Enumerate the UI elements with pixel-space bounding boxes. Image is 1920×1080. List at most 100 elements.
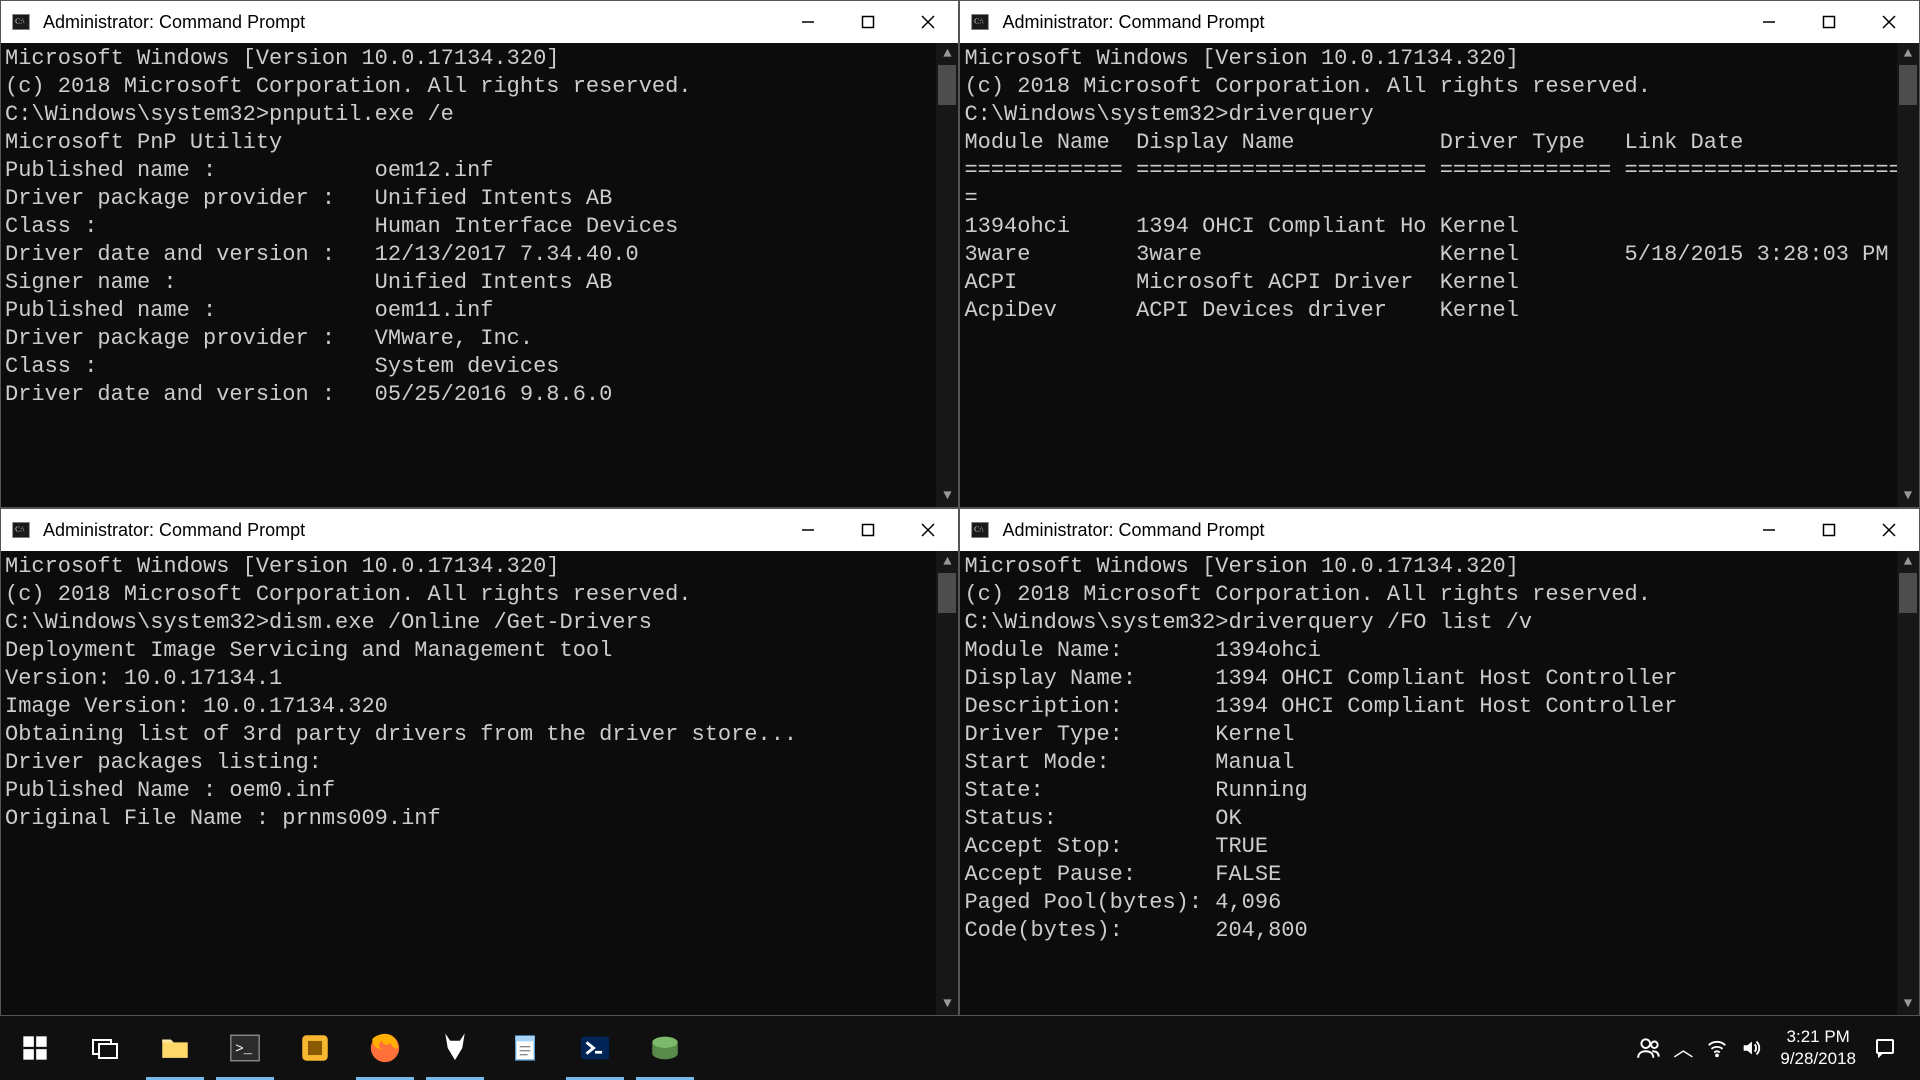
- taskbar-notepad[interactable]: [490, 1016, 560, 1080]
- console-line: ============ ====================== ====…: [964, 157, 1915, 185]
- console-line: Code(bytes): 204,800: [964, 917, 1915, 945]
- window-title: Administrator: Command Prompt: [1000, 12, 1739, 33]
- scrollbar[interactable]: ▲▼: [936, 551, 958, 1015]
- console-line: Published name : oem11.inf: [5, 297, 954, 325]
- console-line: Microsoft Windows [Version 10.0.17134.32…: [5, 553, 954, 581]
- taskbar-app-yellow[interactable]: [280, 1016, 350, 1080]
- taskbar-app-fox[interactable]: [420, 1016, 490, 1080]
- console-line: Module Name: 1394ohci: [964, 637, 1915, 665]
- taskbar-file-explorer[interactable]: [140, 1016, 210, 1080]
- console-line: State: Running: [964, 777, 1915, 805]
- console-line: Microsoft PnP Utility: [5, 129, 954, 157]
- console-line: C:\Windows\system32>dism.exe /Online /Ge…: [5, 609, 954, 637]
- scroll-up-icon[interactable]: ▲: [936, 43, 958, 65]
- console-line: Driver package provider : VMware, Inc.: [5, 325, 954, 353]
- console-output[interactable]: Microsoft Windows [Version 10.0.17134.32…: [1, 551, 958, 1015]
- maximize-button[interactable]: [838, 509, 898, 551]
- taskbar-command-prompt[interactable]: >_: [210, 1016, 280, 1080]
- minimize-button[interactable]: [1739, 1, 1799, 43]
- console-output[interactable]: Microsoft Windows [Version 10.0.17134.32…: [1, 43, 958, 507]
- clock-time: 3:21 PM: [1780, 1026, 1856, 1048]
- tray-overflow-icon[interactable]: ︿: [1666, 1033, 1700, 1063]
- minimize-button[interactable]: [778, 1, 838, 43]
- scroll-up-icon[interactable]: ▲: [1897, 551, 1919, 573]
- console-line: Published name : oem12.inf: [5, 157, 954, 185]
- tray-wifi-icon[interactable]: [1700, 1037, 1734, 1059]
- command-prompt-window[interactable]: C:\Administrator: Command PromptMicrosof…: [0, 0, 959, 508]
- console-line: Paged Pool(bytes): 4,096: [964, 889, 1915, 917]
- console-line: Driver packages listing:: [5, 749, 954, 777]
- minimize-button[interactable]: [778, 509, 838, 551]
- close-button[interactable]: [1859, 509, 1919, 551]
- scroll-down-icon[interactable]: ▼: [936, 485, 958, 507]
- taskbar-app-disk[interactable]: [630, 1016, 700, 1080]
- console-line: Status: OK: [964, 805, 1915, 833]
- window-titlebar[interactable]: C:\ Administrator: Command Prompt: [1, 509, 958, 551]
- scrollbar[interactable]: ▲▼: [936, 43, 958, 507]
- task-view-button[interactable]: [70, 1016, 140, 1080]
- console-line: Class : Human Interface Devices: [5, 213, 954, 241]
- minimize-button[interactable]: [1739, 509, 1799, 551]
- console-line: 1394ohci 1394 OHCI Compliant Ho Kernel: [964, 213, 1915, 241]
- console-line: Driver Type: Kernel: [964, 721, 1915, 749]
- maximize-button[interactable]: [838, 1, 898, 43]
- close-button[interactable]: [1859, 1, 1919, 43]
- console-line: Driver date and version : 05/25/2016 9.8…: [5, 381, 954, 409]
- scroll-down-icon[interactable]: ▼: [1897, 993, 1919, 1015]
- tray-notifications-icon[interactable]: [1868, 1036, 1902, 1060]
- console-line: Class : System devices: [5, 353, 954, 381]
- window-title: Administrator: Command Prompt: [41, 12, 778, 33]
- console-line: Display Name: 1394 OHCI Compliant Host C…: [964, 665, 1915, 693]
- scrollbar[interactable]: ▲▼: [1897, 43, 1919, 507]
- window-titlebar[interactable]: C:\Administrator: Command Prompt: [1, 1, 958, 43]
- scroll-up-icon[interactable]: ▲: [1897, 43, 1919, 65]
- scrollbar[interactable]: ▲▼: [1897, 551, 1919, 1015]
- scroll-down-icon[interactable]: ▼: [936, 993, 958, 1015]
- console-line: (c) 2018 Microsoft Corporation. All righ…: [5, 73, 954, 101]
- console-line: C:\Windows\system32>driverquery /FO list…: [964, 609, 1915, 637]
- window-title: Administrator: Command Prompt: [1000, 520, 1739, 541]
- scrollbar-thumb[interactable]: [938, 573, 956, 613]
- tray-people-icon[interactable]: [1632, 1035, 1666, 1061]
- tray-volume-icon[interactable]: [1734, 1037, 1768, 1059]
- console-line: Driver package provider : Unified Intent…: [5, 185, 954, 213]
- window-titlebar[interactable]: C:\ Administrator: Command Prompt: [960, 1, 1919, 43]
- clock-date: 9/28/2018: [1780, 1048, 1856, 1070]
- command-prompt-window[interactable]: C:\ Administrator: Command Prompt Microsof…: [959, 508, 1920, 1016]
- console-line: Obtaining list of 3rd party drivers from…: [5, 721, 954, 749]
- console-line: Original File Name : prnms009.inf: [5, 805, 954, 833]
- svg-text:C:\: C:\: [975, 17, 985, 26]
- command-prompt-window[interactable]: C:\ Administrator: Command Prompt Microsof…: [959, 0, 1920, 508]
- maximize-button[interactable]: [1799, 509, 1859, 551]
- close-button[interactable]: [898, 1, 958, 43]
- taskbar-firefox[interactable]: [350, 1016, 420, 1080]
- start-button[interactable]: [0, 1016, 70, 1080]
- taskbar-powershell[interactable]: [560, 1016, 630, 1080]
- scroll-down-icon[interactable]: ▼: [1897, 485, 1919, 507]
- close-button[interactable]: [898, 509, 958, 551]
- cmd-icon: C:\: [970, 12, 990, 32]
- console-line: Accept Pause: FALSE: [964, 861, 1915, 889]
- console-line: Microsoft Windows [Version 10.0.17134.32…: [964, 45, 1915, 73]
- console-line: Deployment Image Servicing and Managemen…: [5, 637, 954, 665]
- console-output[interactable]: Microsoft Windows [Version 10.0.17134.32…: [960, 551, 1919, 1015]
- scroll-up-icon[interactable]: ▲: [936, 551, 958, 573]
- taskbar-clock[interactable]: 3:21 PM 9/28/2018: [1768, 1026, 1868, 1070]
- window-title: Administrator: Command Prompt: [41, 520, 778, 541]
- console-line: (c) 2018 Microsoft Corporation. All righ…: [5, 581, 954, 609]
- console-output[interactable]: Microsoft Windows [Version 10.0.17134.32…: [960, 43, 1919, 507]
- console-line: Image Version: 10.0.17134.320: [5, 693, 954, 721]
- window-titlebar[interactable]: C:\ Administrator: Command Prompt: [960, 509, 1919, 551]
- scrollbar-thumb[interactable]: [1899, 65, 1917, 105]
- scrollbar-thumb[interactable]: [938, 65, 956, 105]
- console-line: (c) 2018 Microsoft Corporation. All righ…: [964, 73, 1915, 101]
- cmd-icon: C:\: [970, 520, 990, 540]
- console-line: Description: 1394 OHCI Compliant Host Co…: [964, 693, 1915, 721]
- svg-text:C:\: C:\: [15, 525, 25, 534]
- maximize-button[interactable]: [1799, 1, 1859, 43]
- console-line: Driver date and version : 12/13/2017 7.3…: [5, 241, 954, 269]
- scrollbar-thumb[interactable]: [1899, 573, 1917, 613]
- console-line: Microsoft Windows [Version 10.0.17134.32…: [5, 45, 954, 73]
- svg-text:>_: >_: [235, 1041, 252, 1057]
- command-prompt-window[interactable]: C:\ Administrator: Command Prompt Microsof…: [0, 508, 959, 1016]
